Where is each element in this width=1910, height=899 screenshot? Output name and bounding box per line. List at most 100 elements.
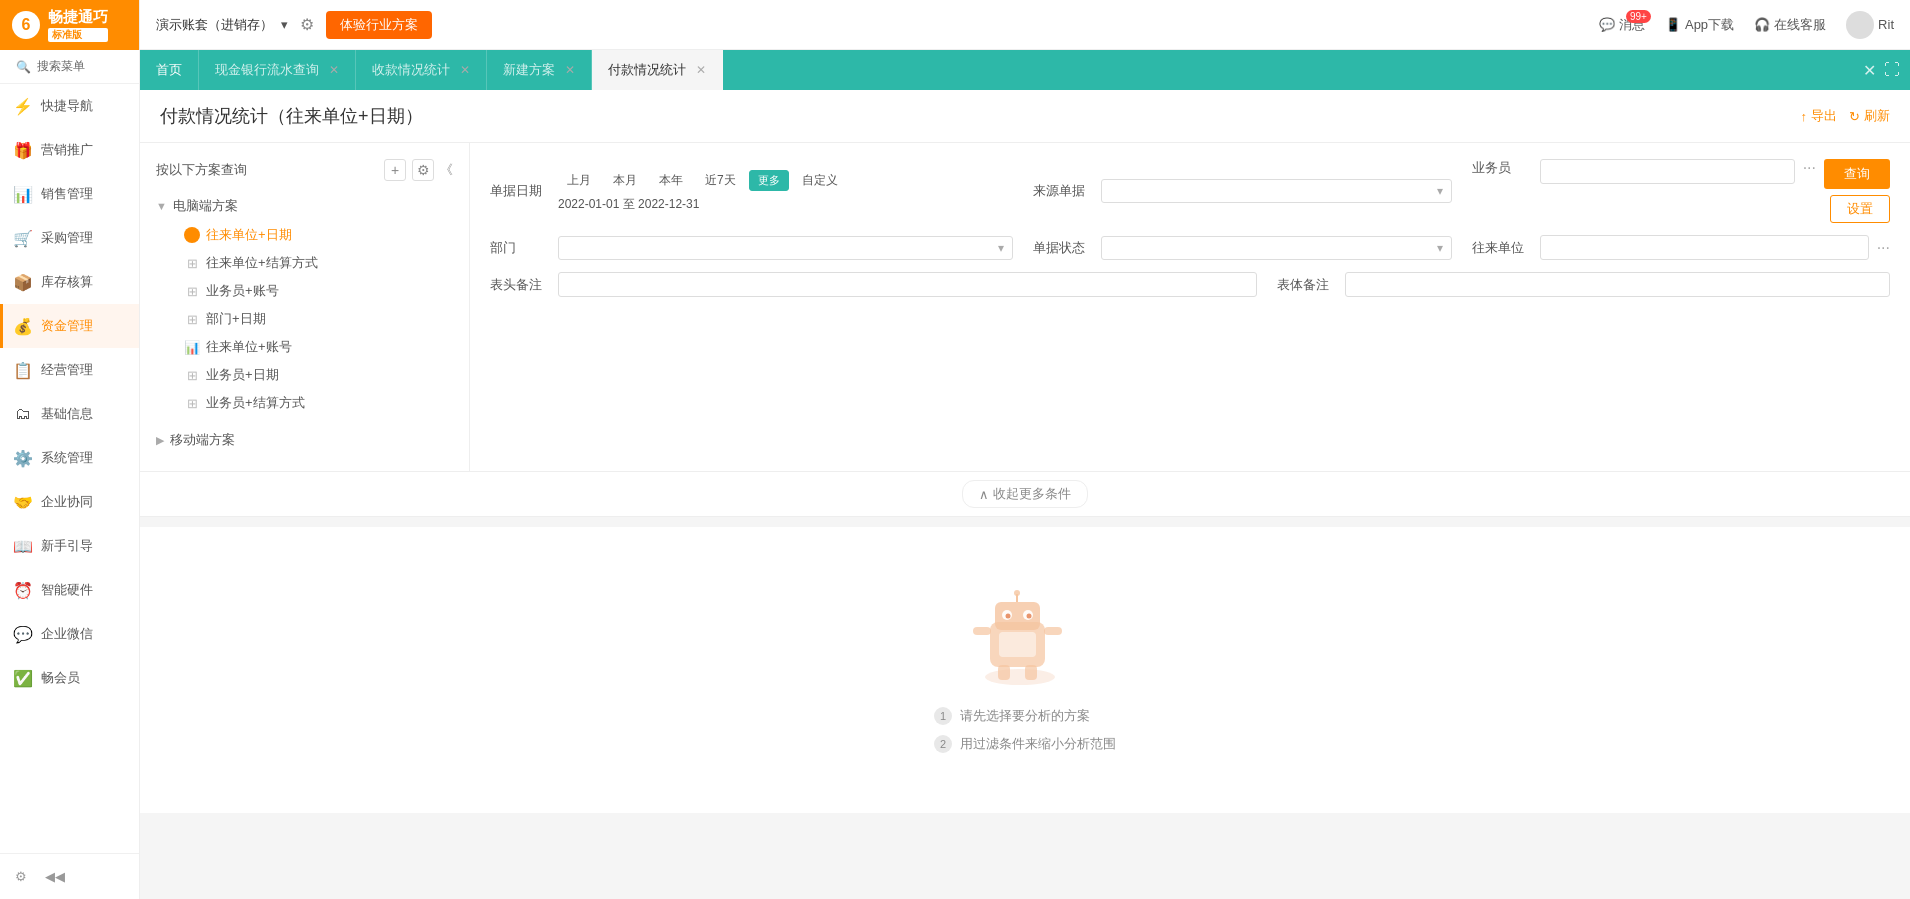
header-note-input[interactable] [558, 272, 1257, 297]
page-content: 付款情况统计（往来单位+日期） ↑ 导出 ↻ 刷新 按以下方案查询 + [140, 90, 1910, 899]
sidebar-item-basic[interactable]: 🗂 基础信息 [0, 392, 139, 436]
empty-tip-2: 2 用过滤条件来缩小分析范围 [934, 735, 1116, 753]
tab-payment-stat-close[interactable]: ✕ [696, 63, 706, 77]
sidebar-item-quick-nav[interactable]: ⚡ 快捷导航 [0, 84, 139, 128]
sidebar-item-guide[interactable]: 📖 新手引导 [0, 524, 139, 568]
sidebar-item-label: 销售管理 [41, 185, 93, 203]
collapse-sidebar-icon[interactable]: ◀◀ [40, 864, 70, 889]
sidebar-item-label: 营销推广 [41, 141, 93, 159]
counterpart-input[interactable] [1540, 235, 1869, 260]
tab-expand-icon[interactable]: ⛶ [1884, 61, 1900, 79]
mobile-scheme-category[interactable]: ▶ 移动端方案 [156, 425, 453, 455]
svg-rect-13 [999, 632, 1036, 657]
message-icon: 💬 [1599, 17, 1615, 32]
customer-service-item[interactable]: 🎧 在线客服 [1754, 16, 1826, 34]
body-note-input[interactable] [1345, 272, 1890, 297]
sidebar-item-wechat[interactable]: 💬 企业微信 [0, 612, 139, 656]
date-option-last-month[interactable]: 上月 [558, 169, 600, 192]
tab-payment-stat[interactable]: 付款情况统计 ✕ [592, 50, 723, 90]
dept-select[interactable]: ▾ [558, 236, 1013, 260]
svg-rect-9 [973, 627, 991, 635]
scheme-item-salesman-account[interactable]: ⊞ 业务员+账号 [176, 277, 453, 305]
scheme-item-label: 往来单位+账号 [206, 338, 292, 356]
tab-cash-flow-close[interactable]: ✕ [329, 63, 339, 77]
capital-icon: 💰 [13, 316, 33, 336]
dept-label: 部门 [490, 239, 550, 257]
scheme-item-salesman-settle[interactable]: ⊞ 业务员+结算方式 [176, 389, 453, 417]
settings-bottom-icon[interactable]: ⚙ [10, 864, 32, 889]
sidebar-item-operation[interactable]: 📋 经营管理 [0, 348, 139, 392]
tip-text-2: 用过滤条件来缩小分析范围 [960, 735, 1116, 753]
sidebar-item-sales[interactable]: 📊 销售管理 [0, 172, 139, 216]
tip-text-1: 请先选择要分析的方案 [960, 707, 1090, 725]
logo-text: 畅捷通巧 标准版 [48, 8, 108, 42]
sidebar-item-label: 快捷导航 [41, 97, 93, 115]
tab-new-scheme[interactable]: 新建方案 ✕ [487, 50, 592, 90]
sidebar-item-marketing[interactable]: 🎁 营销推广 [0, 128, 139, 172]
message-item[interactable]: 💬 消息 99+ [1599, 16, 1645, 34]
collapse-conditions-btn[interactable]: ∧ 收起更多条件 [962, 480, 1088, 508]
sidebar-item-enterprise[interactable]: 🤝 企业协同 [0, 480, 139, 524]
scheme-item-counterpart-settle[interactable]: ⊞ 往来单位+结算方式 [176, 249, 453, 277]
main-area: 演示账套（进销存） ▾ ⚙ 体验行业方案 💬 消息 99+ 📱 App下载 🎧 … [140, 0, 1910, 899]
add-scheme-btn[interactable]: + [384, 159, 406, 181]
salesman-input[interactable] [1540, 159, 1795, 184]
tab-receipt-stat[interactable]: 收款情况统计 ✕ [356, 50, 487, 90]
export-btn[interactable]: ↑ 导出 [1801, 107, 1838, 125]
sidebar-item-label: 畅会员 [41, 669, 80, 687]
filter-container: 按以下方案查询 + ⚙ 《 ▼ 电脑端方案 往来单位+日期 [140, 143, 1910, 472]
sidebar-item-member[interactable]: ✅ 畅会员 [0, 656, 139, 700]
salesman-dots[interactable]: ··· [1803, 159, 1816, 177]
sidebar-item-system[interactable]: ⚙️ 系统管理 [0, 436, 139, 480]
scheme-controls: + ⚙ 《 [384, 159, 453, 181]
tab-receipt-stat-close[interactable]: ✕ [460, 63, 470, 77]
sidebar-item-purchase[interactable]: 🛒 采购管理 [0, 216, 139, 260]
tab-home[interactable]: 首页 [140, 50, 199, 90]
date-option-more[interactable]: 更多 [749, 170, 789, 191]
filter-row-3: 表头备注 表体备注 [490, 272, 1890, 297]
date-option-this-month[interactable]: 本月 [604, 169, 646, 192]
query-btn[interactable]: 查询 [1824, 159, 1890, 189]
settings-scheme-btn[interactable]: ⚙ [412, 159, 434, 181]
guide-icon: 📖 [13, 536, 33, 556]
tabbar: 首页 现金银行流水查询 ✕ 收款情况统计 ✕ 新建方案 ✕ 付款情况统计 ✕ ✕… [140, 50, 1910, 90]
tab-new-scheme-close[interactable]: ✕ [565, 63, 575, 77]
tab-close-all-icon[interactable]: ✕ [1863, 61, 1876, 80]
scheme-item-label: 往来单位+日期 [206, 226, 292, 244]
pc-scheme-category[interactable]: ▼ 电脑端方案 [156, 191, 453, 221]
body-note-field: 表体备注 [1277, 272, 1890, 297]
scheme-icon-table1: ⊞ [184, 255, 200, 271]
topbar-settings-icon[interactable]: ⚙ [300, 15, 314, 34]
tab-cash-flow[interactable]: 现金银行流水查询 ✕ [199, 50, 356, 90]
date-option-this-year[interactable]: 本年 [650, 169, 692, 192]
source-select[interactable]: ▾ [1101, 179, 1451, 203]
date-option-custom[interactable]: 自定义 [793, 169, 847, 192]
settings-btn[interactable]: 设置 [1830, 195, 1890, 223]
scheme-item-counterpart-account[interactable]: 📊 往来单位+账号 [176, 333, 453, 361]
sidebar-item-hardware[interactable]: ⏰ 智能硬件 [0, 568, 139, 612]
scheme-icon-table4: ⊞ [184, 367, 200, 383]
company-name: 演示账套（进销存） [156, 16, 273, 34]
counterpart-dots[interactable]: ··· [1877, 239, 1890, 257]
app-download-item[interactable]: 📱 App下载 [1665, 16, 1734, 34]
scheme-icon-chart: 📊 [184, 339, 200, 355]
sidebar-item-label: 资金管理 [41, 317, 93, 335]
trial-btn[interactable]: 体验行业方案 [326, 11, 432, 39]
user-profile[interactable]: Rit [1846, 11, 1894, 39]
topbar-company: 演示账套（进销存） ▾ [156, 16, 288, 34]
tab-receipt-stat-label: 收款情况统计 [372, 61, 450, 79]
collapse-scheme-btn[interactable]: 《 [440, 161, 453, 179]
search-menu-item[interactable]: 🔍 搜索菜单 [0, 50, 139, 84]
tip-num-1: 1 [934, 707, 952, 725]
scheme-item-counterpart-date[interactable]: 往来单位+日期 [176, 221, 453, 249]
date-option-7days[interactable]: 近7天 [696, 169, 745, 192]
scheme-list-pc: 往来单位+日期 ⊞ 往来单位+结算方式 ⊞ 业务员+账号 ⊞ 部门+日期 [156, 221, 453, 417]
scheme-item-salesman-date[interactable]: ⊞ 业务员+日期 [176, 361, 453, 389]
company-dropdown[interactable]: ▾ [281, 17, 288, 32]
refresh-btn[interactable]: ↻ 刷新 [1849, 107, 1890, 125]
scheme-item-dept-date[interactable]: ⊞ 部门+日期 [176, 305, 453, 333]
sidebar-item-inventory[interactable]: 📦 库存核算 [0, 260, 139, 304]
sidebar-item-capital[interactable]: 💰 资金管理 [0, 304, 139, 348]
doc-status-select[interactable]: ▾ [1101, 236, 1451, 260]
scheme-item-label: 业务员+日期 [206, 366, 279, 384]
